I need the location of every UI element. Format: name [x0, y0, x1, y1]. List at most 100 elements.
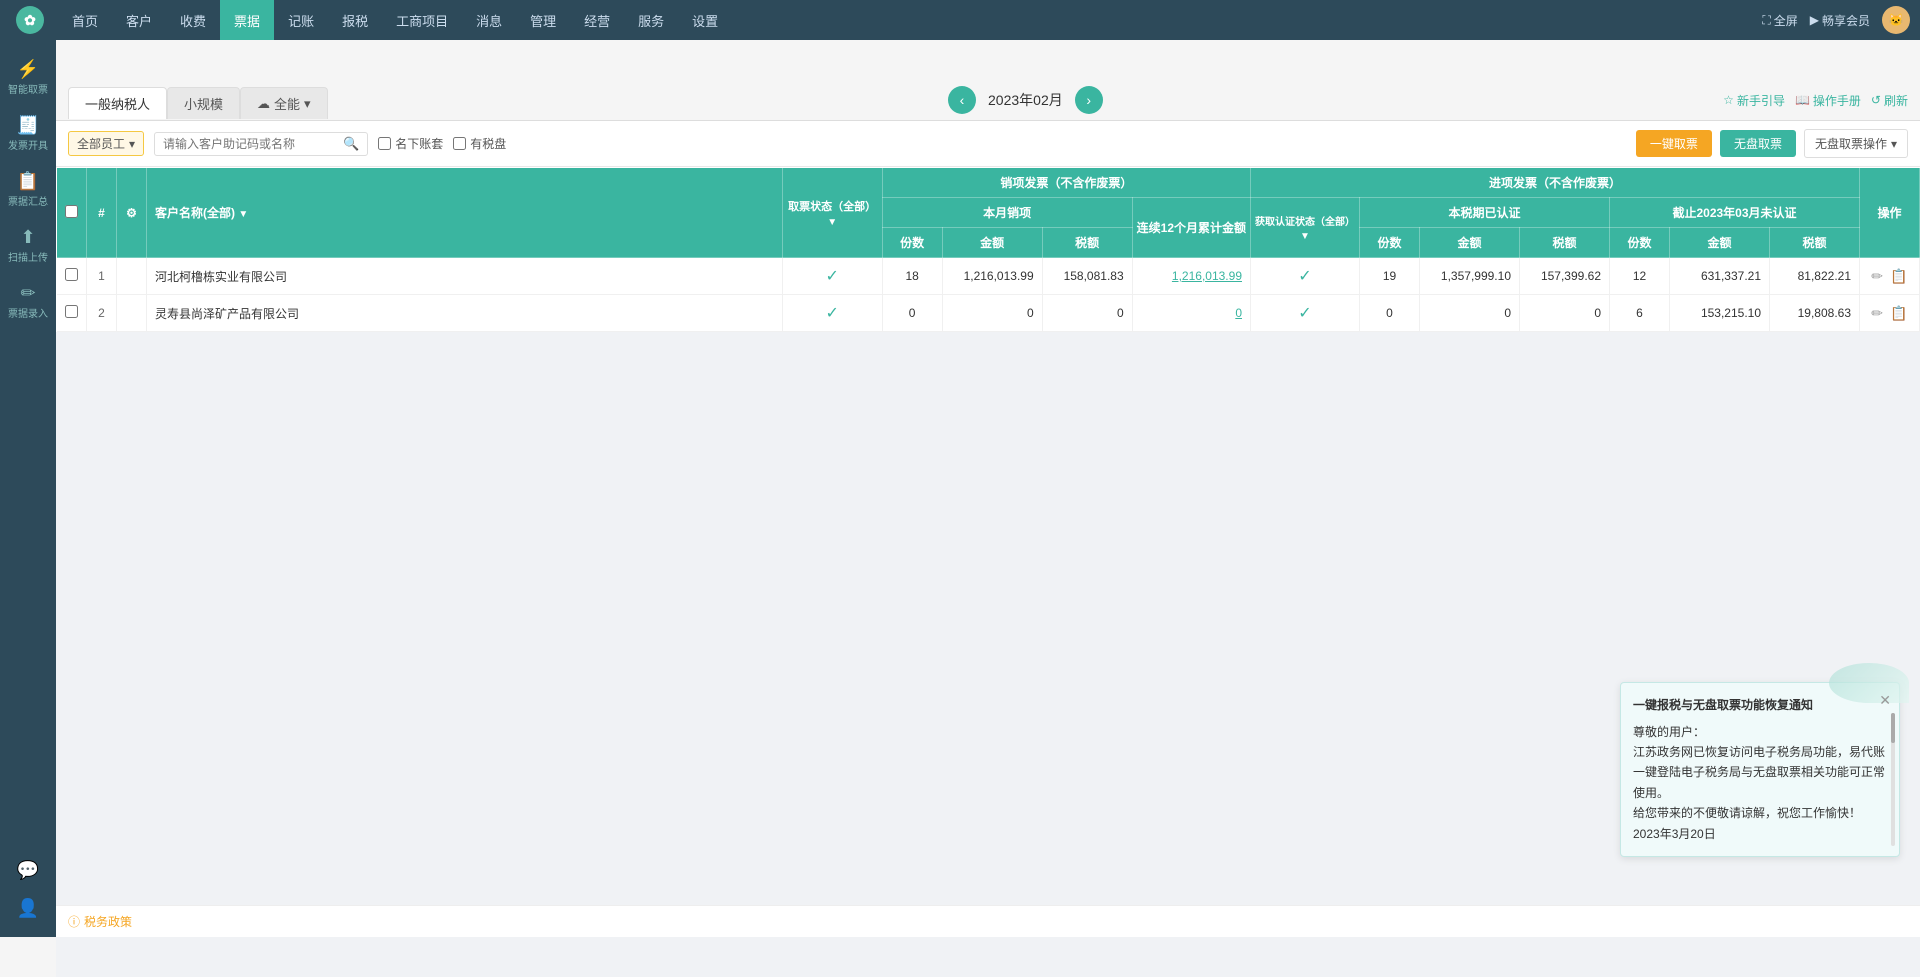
row-operations: ✏ 📋 — [1860, 295, 1920, 332]
notification-greeting: 尊敬的用户： — [1633, 722, 1887, 742]
tax-policy-link[interactable]: ⓘ 税务政策 — [68, 913, 132, 930]
sidebar-item-scan-upload[interactable]: ⬆ 扫描上传 — [0, 218, 56, 274]
row-month-tax: 0 — [1042, 295, 1132, 332]
row-cumulative: 1,216,013.99 — [1132, 258, 1250, 295]
nav-settings[interactable]: 设置 — [678, 0, 732, 40]
th-period-tax: 税额 — [1520, 228, 1610, 258]
search-input[interactable] — [163, 137, 343, 151]
avatar[interactable]: 🐱 — [1882, 6, 1910, 34]
own-account-checkbox[interactable] — [378, 137, 391, 150]
row-settings — [117, 258, 147, 295]
play-icon: ▶ — [1810, 13, 1819, 27]
sidebar-bottom: 💬 👤 — [0, 851, 56, 937]
checkbox-own-account[interactable]: 名下账套 — [378, 135, 443, 152]
prev-month-button[interactable]: ‹ — [948, 86, 976, 114]
sidebar-item-invoice-entry[interactable]: ✏ 票据录入 — [0, 274, 56, 330]
nav-invoice[interactable]: 票据 — [220, 0, 274, 40]
invoice-summary-icon: 📋 — [17, 172, 39, 190]
top-navigation: ✿ 首页 客户 收费 票据 记账 报税 工商项目 消息 管理 经营 服务 设置 … — [0, 0, 1920, 40]
no-disk-operations-button[interactable]: 无盘取票操作 ▾ — [1804, 129, 1908, 158]
fullscreen-label: 全屏 — [1774, 12, 1798, 29]
refresh-icon: ↺ — [1871, 93, 1881, 107]
tab-bar-section: 一般纳税人 小规模 ☁ 全能 ▾ ‹ 2023年02月 › ☆ 新手引导 📖 操… — [56, 80, 1920, 121]
edit-button[interactable]: ✏ — [1871, 305, 1883, 321]
fullscreen-button[interactable]: ⛶ 全屏 — [1762, 12, 1797, 29]
invoice-table: # ⚙ 客户名称(全部) ▼ 取票状态（全部） ▼ 销项发票（不含作废票） 进项… — [56, 167, 1920, 332]
nav-right: ⛶ 全屏 ▶ 畅享会员 🐱 — [1762, 6, 1910, 34]
checkbox-tax-disk[interactable]: 有税盘 — [453, 135, 506, 152]
member-button[interactable]: ▶ 畅享会员 — [1810, 12, 1870, 29]
sidebar-item-invoice-summary[interactable]: 📋 票据汇总 — [0, 162, 56, 218]
nav-bookkeeping[interactable]: 记账 — [274, 0, 328, 40]
row-period-tax: 0 — [1520, 295, 1610, 332]
tab-small-scale[interactable]: 小规模 — [167, 87, 240, 119]
employee-select[interactable]: 全部员工 ▾ — [68, 131, 144, 156]
row-unconfirm-tax: 81,822.21 — [1770, 258, 1860, 295]
th-deadline-unconfirmed: 截止2023年03月未认证 — [1610, 198, 1860, 228]
row-checkbox[interactable] — [57, 295, 87, 332]
tab-all-in-one[interactable]: ☁ 全能 ▾ — [240, 87, 328, 119]
manual-button[interactable]: 📖 操作手册 — [1795, 92, 1861, 109]
row-month-count: 18 — [882, 258, 942, 295]
th-sales-group: 销项发票（不含作废票） — [882, 168, 1250, 198]
chevron-down-icon: ▾ — [304, 96, 311, 112]
row-take-status: ✓ — [782, 295, 882, 332]
smart-ticket-icon: ⚡ — [17, 60, 39, 78]
data-table: # ⚙ 客户名称(全部) ▼ 取票状态（全部） ▼ 销项发票（不含作废票） 进项… — [56, 167, 1920, 332]
edit-button[interactable]: ✏ — [1871, 268, 1883, 284]
detail-button[interactable]: 📋 — [1890, 305, 1907, 321]
logo[interactable]: ✿ — [10, 0, 50, 40]
cloud-icon: ☁ — [257, 96, 270, 112]
th-cumulative: 连续12个月累计金额 — [1132, 198, 1250, 258]
nav-business[interactable]: 工商项目 — [382, 0, 462, 40]
invoice-open-icon: 🧾 — [17, 116, 39, 134]
table-row: 1 河北柯橹栋实业有限公司 ✓ 18 1,216,013.99 158,081.… — [57, 258, 1920, 295]
detail-button[interactable]: 📋 — [1890, 268, 1907, 284]
no-disk-ticket-button[interactable]: 无盘取票 — [1720, 130, 1796, 157]
row-unconfirm-amount: 153,215.10 — [1670, 295, 1770, 332]
tax-disk-checkbox[interactable] — [453, 137, 466, 150]
sidebar-user[interactable]: 👤 — [0, 889, 56, 927]
search-icon[interactable]: 🔍 — [343, 136, 359, 152]
nav-home[interactable]: 首页 — [58, 0, 112, 40]
sidebar-label-smart-ticket: 智能取票 — [8, 81, 48, 96]
next-month-button[interactable]: › — [1075, 86, 1103, 114]
select-all-checkbox[interactable] — [65, 205, 78, 218]
dropdown-chevron-icon: ▾ — [1891, 137, 1897, 151]
search-box[interactable]: 🔍 — [154, 132, 368, 156]
th-purchase-group: 进项发票（不含作废票） — [1251, 168, 1860, 198]
no-disk-ops-label: 无盘取票操作 — [1815, 135, 1887, 152]
notification-scrollbar[interactable] — [1891, 713, 1895, 846]
row-unconfirm-amount: 631,337.21 — [1670, 258, 1770, 295]
notification-popup: ✕ 一键报税与无盘取票功能恢复通知 尊敬的用户： 江苏政务网已恢复访问电子税务局… — [1620, 682, 1900, 857]
notification-wave — [1829, 663, 1909, 703]
notification-close-button[interactable]: ✕ — [1879, 689, 1891, 713]
sidebar-chat[interactable]: 💬 — [0, 851, 56, 889]
filter-icon-confirm: ▼ — [1300, 231, 1310, 242]
th-checkbox — [57, 168, 87, 258]
sidebar-item-smart-ticket[interactable]: ⚡ 智能取票 — [0, 50, 56, 106]
nav-manage[interactable]: 管理 — [516, 0, 570, 40]
notification-apology: 给您带来的不便敬请谅解，祝您工作愉快！ — [1633, 803, 1887, 823]
book-icon: 📖 — [1795, 93, 1810, 107]
refresh-button[interactable]: ↺ 刷新 — [1871, 92, 1908, 109]
nav-customer[interactable]: 客户 — [112, 0, 166, 40]
notification-scrollbar-thumb — [1891, 713, 1895, 743]
nav-tax[interactable]: 报税 — [328, 0, 382, 40]
row-month-count: 0 — [882, 295, 942, 332]
new-guide-button[interactable]: ☆ 新手引导 — [1723, 92, 1785, 109]
nav-fee[interactable]: 收费 — [166, 0, 220, 40]
row-index: 1 — [87, 258, 117, 295]
row-checkbox[interactable] — [57, 258, 87, 295]
fullscreen-icon: ⛶ — [1762, 13, 1770, 28]
sidebar-item-invoice-open[interactable]: 🧾 发票开具 — [0, 106, 56, 162]
row-customer-name: 灵寿县尚泽矿产品有限公司 — [147, 295, 783, 332]
tab-row: 一般纳税人 小规模 ☁ 全能 ▾ ‹ 2023年02月 › ☆ 新手引导 📖 操… — [56, 80, 1920, 120]
notification-content: 江苏政务网已恢复访问电子税务局功能，易代账一键登陆电子税务局与无盘取票相关功能可… — [1633, 742, 1887, 803]
nav-message[interactable]: 消息 — [462, 0, 516, 40]
date-navigation: ‹ 2023年02月 › — [328, 86, 1724, 120]
tab-general-taxpayer[interactable]: 一般纳税人 — [68, 87, 167, 119]
nav-operation[interactable]: 经营 — [570, 0, 624, 40]
nav-service[interactable]: 服务 — [624, 0, 678, 40]
one-click-ticket-button[interactable]: 一键取票 — [1636, 130, 1712, 157]
